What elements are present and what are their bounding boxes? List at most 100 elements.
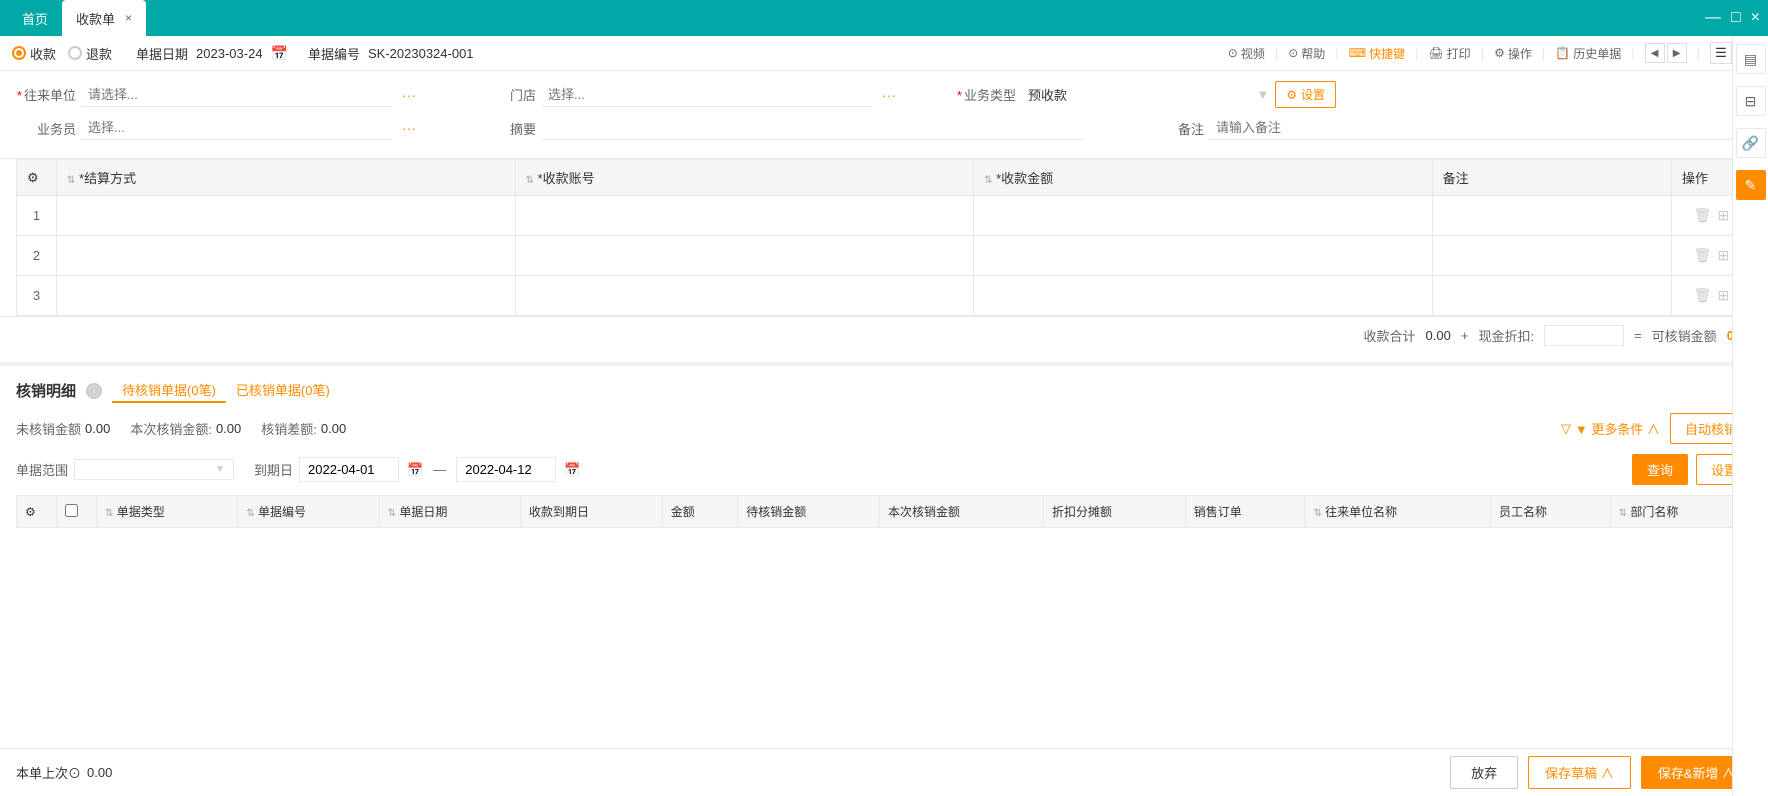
row-1-account[interactable] — [515, 196, 974, 236]
tab-home[interactable]: 首页 — [8, 0, 62, 36]
wo-col-amount: 金额 — [662, 496, 738, 528]
wo-col-pending: 待核销金额 — [738, 496, 880, 528]
writeoff-stats: 未核销金额 0.00 本次核销金额: 0.00 核销差额: 0.00 ▽ ▼ 更… — [16, 413, 1752, 444]
row-2-copy-icon[interactable]: ⊞ — [1718, 247, 1730, 264]
form-section: *往来单位 ··· 门店 ··· *业务类型 预收款 ▼ — [0, 71, 1768, 159]
form-row-2: 业务员 ··· 摘要 备注 — [16, 116, 1752, 140]
row-3-delete-icon[interactable]: 🗑 — [1694, 287, 1712, 304]
history-label: 历史单据 — [1573, 45, 1621, 62]
table-col-gear[interactable]: ⚙ — [17, 160, 57, 196]
row-2-delete-icon[interactable]: 🗑 — [1694, 247, 1712, 264]
date-to-input[interactable] — [456, 457, 556, 482]
shop-field: 门店 ··· — [476, 83, 896, 107]
row-2-account[interactable] — [515, 236, 974, 276]
sidebar-table-icon[interactable]: ▤ — [1736, 44, 1766, 74]
save-draft-button[interactable]: 保存草稿 ∧ — [1528, 756, 1631, 789]
range-select[interactable]: ▼ — [74, 459, 234, 480]
remark-label: 备注 — [1144, 119, 1204, 138]
radio-receive[interactable]: 收款 — [12, 44, 56, 63]
staff-input[interactable] — [82, 116, 392, 140]
row-2-remark[interactable] — [1432, 236, 1671, 276]
print-label: 打印 — [1447, 45, 1471, 62]
shop-label: 门店 — [476, 85, 536, 104]
tab-done[interactable]: 已核销单据(0笔) — [226, 378, 340, 403]
wo-col-number: ⇅ 单据编号 — [238, 496, 379, 528]
writeoff-title-text: 核销明细 — [16, 380, 76, 401]
row-2-amount[interactable] — [974, 236, 1433, 276]
radio-refund[interactable]: 退款 — [68, 44, 112, 63]
operations-btn[interactable]: ⚙ 操作 — [1494, 45, 1532, 62]
staff-field: 业务员 ··· — [16, 116, 416, 140]
sidebar-edit-icon[interactable]: ✎ — [1736, 170, 1766, 200]
date-label: 单据日期 — [136, 44, 188, 63]
history-btn[interactable]: 📋 历史单据 — [1555, 45, 1621, 62]
partner-input[interactable] — [82, 83, 392, 107]
wo-col-check[interactable] — [57, 496, 97, 528]
shop-input[interactable] — [542, 83, 872, 107]
row-1-remark[interactable] — [1432, 196, 1671, 236]
video-btn[interactable]: ⊙ 视频 — [1228, 45, 1265, 62]
staff-more-btn[interactable]: ··· — [402, 120, 416, 136]
summary-plus: + — [1461, 328, 1469, 343]
row-num-1: 1 — [17, 196, 57, 236]
row-num-2: 2 — [17, 236, 57, 276]
row-3-account[interactable] — [515, 276, 974, 316]
remark-input[interactable] — [1210, 116, 1752, 140]
more-conditions-btn[interactable]: ▽ ▼ 更多条件 ∧ — [1561, 419, 1660, 438]
partner-more-btn[interactable]: ··· — [402, 87, 416, 103]
business-dropdown-icon[interactable]: ▼ — [1256, 87, 1269, 102]
sidebar-link-icon[interactable]: 🔗 — [1736, 128, 1766, 158]
form-row-1: *往来单位 ··· 门店 ··· *业务类型 预收款 ▼ — [16, 81, 1752, 108]
date-from-input[interactable] — [299, 457, 399, 482]
gear-icon: ⚙ — [27, 170, 39, 185]
wo-col-date: ⇅ 单据日期 — [379, 496, 520, 528]
writeoff-info-icon[interactable]: ⓘ — [86, 383, 102, 399]
row-1-settlement[interactable] — [57, 196, 516, 236]
abandon-button[interactable]: 放弃 — [1450, 756, 1518, 789]
row-3-amount[interactable] — [974, 276, 1433, 316]
summary-input[interactable] — [542, 116, 1084, 140]
maximize-icon[interactable]: □ — [1731, 9, 1741, 27]
table-col-amount: ⇅ *收款金额 — [974, 160, 1433, 196]
bill-label: 单据编号 — [308, 44, 360, 63]
row-3-settlement[interactable] — [57, 276, 516, 316]
shortcut-label: 快捷键 — [1369, 45, 1405, 62]
date-to-icon[interactable]: 📅 — [564, 462, 580, 478]
table-header-row: ⚙ ⇅ *结算方式 ⇅ *收款账号 ⇅ *收款金额 备注 — [17, 160, 1752, 196]
range-filter: 单据范围 ▼ — [16, 459, 234, 480]
row-3-remark[interactable] — [1432, 276, 1671, 316]
partner-label: *往来单位 — [16, 85, 76, 104]
calendar-icon[interactable]: 📅 — [271, 45, 288, 62]
row-2-settlement[interactable] — [57, 236, 516, 276]
row-1-amount[interactable] — [974, 196, 1433, 236]
settings-button[interactable]: ⚙ 设置 — [1275, 81, 1336, 108]
help-icon: ⊙ — [1288, 46, 1298, 60]
minimize-icon[interactable]: — — [1705, 9, 1721, 27]
list-view-icon[interactable]: ☰ — [1710, 42, 1732, 64]
print-btn[interactable]: 🖨 打印 — [1428, 45, 1470, 62]
bottom-bar: 本单上次⊙ 0.00 放弃 保存草稿 ∧ 保存&新增 ∧ — [0, 748, 1768, 796]
tab-current[interactable]: 收款单 × — [62, 0, 146, 36]
table-row: 2 🗑 ⊞ — [17, 236, 1752, 276]
prev-arrow[interactable]: ◀ — [1645, 43, 1665, 63]
wo-col-gear[interactable]: ⚙ — [17, 496, 57, 528]
sidebar-list-icon[interactable]: ⊟ — [1736, 86, 1766, 116]
next-arrow[interactable]: ▶ — [1667, 43, 1687, 63]
date-from-icon[interactable]: 📅 — [407, 462, 423, 478]
query-button[interactable]: 查询 — [1632, 454, 1688, 485]
tab-close-icon[interactable]: × — [125, 11, 132, 25]
shortcut-btn[interactable]: ⌨ 快捷键 — [1349, 45, 1405, 62]
summary-discount-label: 现金折扣: — [1478, 326, 1534, 345]
date-value: 2023-03-24 — [196, 46, 263, 61]
data-table: ⚙ ⇅ *结算方式 ⇅ *收款账号 ⇅ *收款金额 备注 — [16, 159, 1752, 316]
wo-check-all[interactable] — [65, 504, 78, 517]
help-btn[interactable]: ⊙ 帮助 — [1288, 45, 1325, 62]
tab-pending[interactable]: 待核销单据(0笔) — [112, 378, 226, 403]
close-icon[interactable]: × — [1751, 9, 1760, 27]
summary-discount-input[interactable] — [1544, 325, 1624, 346]
row-3-copy-icon[interactable]: ⊞ — [1718, 287, 1730, 304]
nav-arrows: ◀ ▶ — [1645, 43, 1687, 63]
shop-more-btn[interactable]: ··· — [882, 87, 896, 103]
row-1-copy-icon[interactable]: ⊞ — [1718, 207, 1730, 224]
row-1-delete-icon[interactable]: 🗑 — [1694, 207, 1712, 224]
